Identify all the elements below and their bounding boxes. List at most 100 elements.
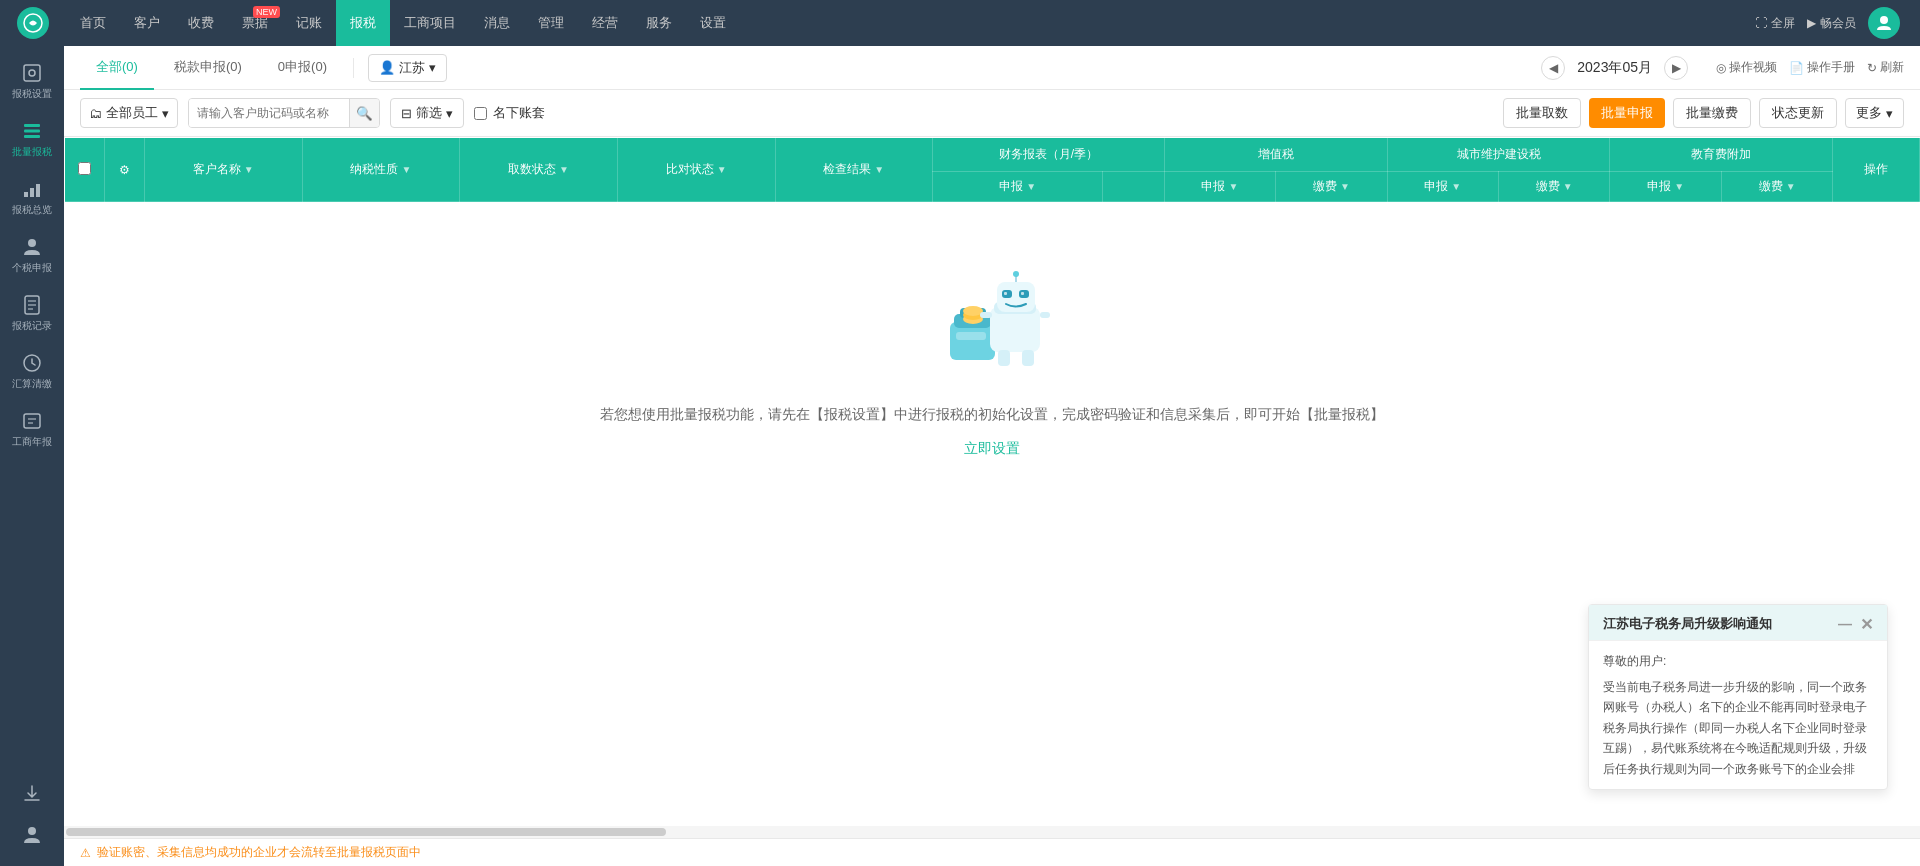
- state-update-button[interactable]: 状态更新: [1759, 98, 1837, 128]
- annual-report-icon: [21, 410, 43, 432]
- nav-home[interactable]: 首页: [66, 0, 120, 46]
- sidebar-item-personal-tax[interactable]: 个税申报: [2, 228, 62, 282]
- sort-icon: ▼: [717, 164, 727, 175]
- svg-point-26: [963, 306, 983, 316]
- nav-fee[interactable]: 收费: [174, 0, 228, 46]
- month-nav: ◀ 2023年05月 ▶: [1541, 56, 1688, 80]
- member-button[interactable]: ▶ 畅会员: [1807, 15, 1856, 32]
- nav-right: ⛶ 全屏 ▶ 畅会员: [1755, 7, 1900, 39]
- notification-header: 江苏电子税务局升级影响通知 — ✕: [1589, 605, 1887, 641]
- more-chevron-icon: ▾: [1886, 106, 1893, 121]
- notification-title: 江苏电子税务局升级影响通知: [1603, 615, 1772, 633]
- nav-client[interactable]: 客户: [120, 0, 174, 46]
- nav-manage[interactable]: 管理: [524, 0, 578, 46]
- filter-chevron-icon: ▾: [446, 106, 453, 121]
- tab-tax-declare[interactable]: 税款申报(0): [158, 46, 258, 90]
- sort-icon: ▼: [1786, 181, 1796, 192]
- sidebar-download[interactable]: [2, 774, 62, 812]
- tab-zero-declare[interactable]: 0申报(0): [262, 46, 343, 90]
- logo[interactable]: [10, 0, 56, 46]
- sidebar-item-tax-settings[interactable]: 报税设置: [2, 54, 62, 108]
- sort-icon: ▼: [874, 164, 884, 175]
- fullscreen-button[interactable]: ⛶ 全屏: [1755, 15, 1795, 32]
- region-selector[interactable]: 👤 江苏 ▾: [368, 54, 447, 82]
- select-all-checkbox[interactable]: [78, 162, 91, 175]
- svg-rect-9: [36, 184, 40, 197]
- account-checkbox-label[interactable]: 名下账套: [474, 104, 545, 122]
- col-check-result: 检查结果▼: [775, 138, 933, 202]
- nav-bookkeeping[interactable]: 记账: [282, 0, 336, 46]
- sidebar-user[interactable]: [2, 816, 62, 854]
- fullscreen-icon: ⛶: [1755, 16, 1767, 30]
- batch-fetch-button[interactable]: 批量取数: [1503, 98, 1581, 128]
- svg-point-1: [1880, 16, 1888, 24]
- col-checkbox: [65, 138, 105, 202]
- svg-point-3: [29, 70, 35, 76]
- batch-declare-button[interactable]: 批量申报: [1589, 98, 1665, 128]
- col-urban-pay: 缴费▼: [1499, 172, 1610, 202]
- svg-rect-7: [24, 192, 28, 197]
- svg-rect-40: [1022, 350, 1034, 366]
- col-compare-status: 比对状态▼: [617, 138, 775, 202]
- sidebar-item-annual-report[interactable]: 工商年报: [2, 402, 62, 456]
- operation-video-button[interactable]: ◎ 操作视频: [1716, 59, 1777, 76]
- tabs-right: ◎ 操作视频 📄 操作手册 ↻ 刷新: [1716, 59, 1904, 76]
- filter-button[interactable]: ⊟ 筛选 ▾: [390, 98, 464, 128]
- sort-icon: ▼: [244, 164, 254, 175]
- chevron-down-icon: ▾: [162, 106, 169, 121]
- setup-link[interactable]: 立即设置: [964, 440, 1020, 458]
- nav-tax[interactable]: 报税: [336, 0, 390, 46]
- notification-close[interactable]: ✕: [1860, 615, 1873, 634]
- col-education-surcharge: 教育费附加: [1610, 138, 1833, 172]
- svg-rect-16: [24, 414, 40, 428]
- svg-point-36: [1013, 271, 1019, 277]
- more-button[interactable]: 更多 ▾: [1845, 98, 1904, 128]
- search-input[interactable]: [189, 98, 349, 128]
- operation-manual-button[interactable]: 📄 操作手册: [1789, 59, 1855, 76]
- account-checkbox[interactable]: [474, 107, 487, 120]
- notification-minimize[interactable]: —: [1838, 616, 1852, 632]
- horizontal-scrollbar[interactable]: [64, 826, 1920, 838]
- tax-records-icon: [21, 294, 43, 316]
- svg-rect-34: [1021, 292, 1024, 295]
- employee-select[interactable]: 🗂 全部员工 ▾: [80, 98, 178, 128]
- svg-rect-6: [24, 135, 40, 138]
- tab-all[interactable]: 全部(0): [80, 46, 154, 90]
- sidebar-item-batch-tax[interactable]: 批量报税: [2, 112, 62, 166]
- nav-operation[interactable]: 经营: [578, 0, 632, 46]
- notification-popup: 江苏电子税务局升级影响通知 — ✕ 尊敬的用户: 受当前电子税务局进一步升级的影…: [1588, 604, 1888, 790]
- sidebar-item-annual-settlement[interactable]: 汇算清缴: [2, 344, 62, 398]
- refresh-button[interactable]: ↻ 刷新: [1867, 59, 1904, 76]
- col-financial-report: 财务报表（月/季）: [933, 138, 1165, 172]
- nav-business[interactable]: 工商项目: [390, 0, 470, 46]
- sort-icon: ▼: [1451, 181, 1461, 192]
- member-icon: ▶: [1807, 16, 1816, 30]
- empty-text: 若您想使用批量报税功能，请先在【报税设置】中进行报税的初始化设置，完成密码验证和…: [600, 406, 1384, 424]
- sidebar-item-tax-overview[interactable]: 报税总览: [2, 170, 62, 224]
- table-header-row-1: ⚙ 客户名称▼ 纳税性质▼ 取数状态▼ 比对状态▼: [65, 138, 1920, 172]
- bottom-status: ⚠ 验证账密、采集信息均成功的企业才会流转至批量报税页面中: [64, 838, 1920, 866]
- nav-invoice[interactable]: 票据 NEW: [228, 0, 282, 46]
- col-gear: ⚙: [105, 138, 145, 202]
- svg-point-10: [28, 239, 36, 247]
- logo-icon: [17, 7, 49, 39]
- nav-message[interactable]: 消息: [470, 0, 524, 46]
- scrollbar-thumb[interactable]: [66, 828, 666, 836]
- toolbar-right: 批量取数 批量申报 批量缴费 状态更新 更多 ▾: [1503, 98, 1904, 128]
- empty-state-row: 若您想使用批量报税功能，请先在【报税设置】中进行报税的初始化设置，完成密码验证和…: [65, 202, 1920, 519]
- empty-state: 若您想使用批量报税功能，请先在【报税设置】中进行报税的初始化设置，完成密码验证和…: [65, 202, 1920, 518]
- col-edu-declare: 申报▼: [1610, 172, 1721, 202]
- user-avatar[interactable]: [1868, 7, 1900, 39]
- nav-setting[interactable]: 设置: [686, 0, 740, 46]
- employee-icon: 🗂: [89, 106, 102, 121]
- toolbar: 🗂 全部员工 ▾ 🔍 ⊟ 筛选 ▾ 名下账套 批量取数 批量申报: [64, 90, 1920, 137]
- nav-service[interactable]: 服务: [632, 0, 686, 46]
- search-button[interactable]: 🔍: [349, 98, 379, 128]
- gear-icon[interactable]: ⚙: [119, 163, 130, 177]
- sidebar-item-tax-records[interactable]: 报税记录: [2, 286, 62, 340]
- sidebar-bottom: [2, 774, 62, 866]
- prev-month-button[interactable]: ◀: [1541, 56, 1565, 80]
- next-month-button[interactable]: ▶: [1664, 56, 1688, 80]
- batch-pay-button[interactable]: 批量缴费: [1673, 98, 1751, 128]
- svg-rect-8: [30, 188, 34, 197]
